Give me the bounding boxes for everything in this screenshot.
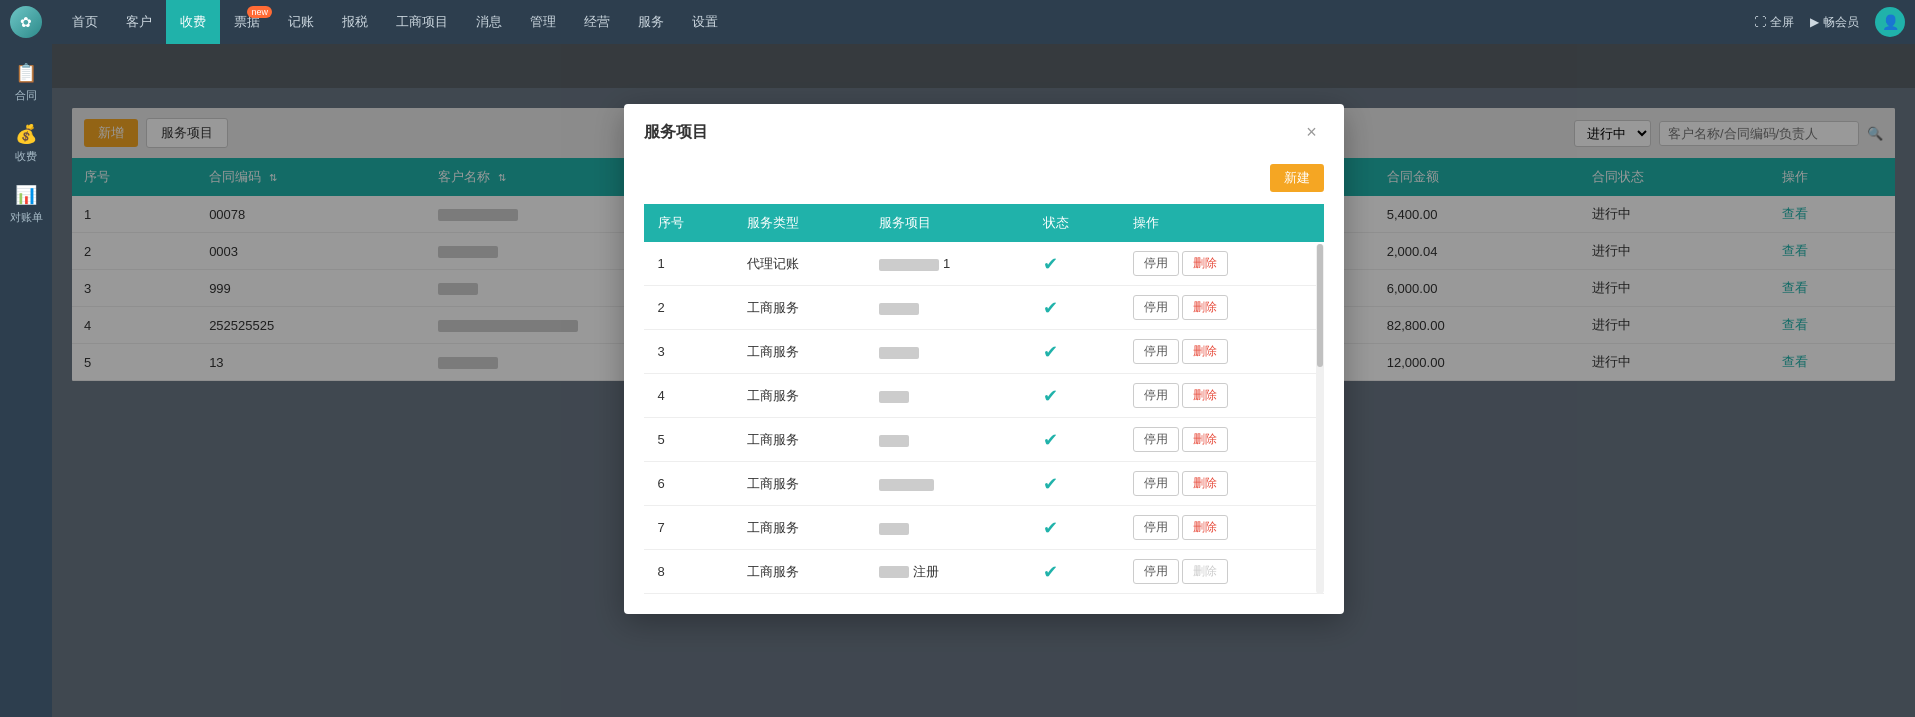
status-check-icon: ✔: [1043, 562, 1058, 582]
blurred-item: [879, 347, 919, 359]
modal-col-status: 状态: [1029, 204, 1118, 242]
nav-bill[interactable]: 票据 new: [220, 0, 274, 44]
status-check-icon: ✔: [1043, 342, 1058, 362]
stop-button[interactable]: 停用: [1133, 471, 1179, 496]
main-content: 新增 服务项目 进行中 全部 已结束 🔍 序号 合同编码 ⇅ 客户名称 ⇅ 服务…: [52, 88, 1915, 717]
member-icon: ▶: [1810, 15, 1819, 29]
nav-home[interactable]: 首页: [58, 0, 112, 44]
stop-button[interactable]: 停用: [1133, 339, 1179, 364]
stop-button[interactable]: 停用: [1133, 251, 1179, 276]
scrollbar-thumb[interactable]: [1317, 244, 1323, 367]
status-check-icon: ✔: [1043, 254, 1058, 274]
nav-bookkeeping[interactable]: 记账: [274, 0, 328, 44]
modal-col-item: 服务项目: [865, 204, 1029, 242]
modal-table-row: 7 工商服务 ✔ 停用 删除: [644, 506, 1324, 550]
modal-title: 服务项目: [644, 122, 708, 143]
statement-icon: 📊: [15, 184, 37, 206]
delete-button[interactable]: 删除: [1182, 251, 1228, 276]
scrollbar-track[interactable]: [1316, 244, 1324, 594]
delete-button[interactable]: 删除: [1182, 427, 1228, 452]
status-check-icon: ✔: [1043, 386, 1058, 406]
modal-table-row: 8 工商服务 注册 ✔ 停用 删除: [644, 550, 1324, 594]
status-check-icon: ✔: [1043, 430, 1058, 450]
modal-table: 序号 服务类型 服务项目 状态 操作 1 代理记账 1: [644, 204, 1324, 594]
member-action[interactable]: ▶ 畅会员: [1810, 14, 1859, 31]
blurred-item: [879, 566, 909, 578]
sidebar-item-statement[interactable]: 📊 对账单: [0, 176, 52, 233]
modal-col-op: 操作: [1119, 204, 1324, 242]
nav-manage[interactable]: 管理: [516, 0, 570, 44]
modal-body: 序号 服务类型 服务项目 状态 操作 1 代理记账 1: [624, 204, 1344, 614]
status-check-icon: ✔: [1043, 518, 1058, 538]
new-badge: new: [247, 6, 272, 18]
modal-table-wrapper: 序号 服务类型 服务项目 状态 操作 1 代理记账 1: [644, 204, 1324, 594]
nav-tax[interactable]: 报税: [328, 0, 382, 44]
status-check-icon: ✔: [1043, 474, 1058, 494]
modal-header: 服务项目 ×: [624, 104, 1344, 156]
delete-button[interactable]: 删除: [1182, 383, 1228, 408]
blurred-item: [879, 479, 934, 491]
modal-close-button[interactable]: ×: [1300, 120, 1324, 144]
blurred-item: [879, 435, 909, 447]
fee-icon: 💰: [15, 123, 37, 145]
nav-business[interactable]: 工商项目: [382, 0, 462, 44]
avatar[interactable]: 👤: [1875, 7, 1905, 37]
delete-button[interactable]: 删除: [1182, 339, 1228, 364]
delete-button[interactable]: 删除: [1182, 295, 1228, 320]
nav-settings[interactable]: 设置: [678, 0, 732, 44]
modal-table-row: 4 工商服务 ✔ 停用 删除: [644, 374, 1324, 418]
status-check-icon: ✔: [1043, 298, 1058, 318]
nav-customer[interactable]: 客户: [112, 0, 166, 44]
modal-header-row: 序号 服务类型 服务项目 状态 操作: [644, 204, 1324, 242]
modal-table-row: 1 代理记账 1 ✔ 停用 删除: [644, 242, 1324, 286]
sidebar-item-fee[interactable]: 💰 收费: [0, 115, 52, 172]
modal-col-type: 服务类型: [733, 204, 866, 242]
nav-message[interactable]: 消息: [462, 0, 516, 44]
contract-icon: 📋: [15, 62, 37, 84]
modal-new-button[interactable]: 新建: [1270, 164, 1324, 192]
modal-table-row: 5 工商服务 ✔ 停用 删除: [644, 418, 1324, 462]
delete-button-disabled: 删除: [1182, 559, 1228, 584]
blurred-item: [879, 259, 939, 271]
modal-col-seq: 序号: [644, 204, 733, 242]
delete-button[interactable]: 删除: [1182, 515, 1228, 540]
sidebar-item-contract[interactable]: 📋 合同: [0, 54, 52, 111]
fullscreen-icon: ⛶: [1754, 15, 1766, 29]
stop-button[interactable]: 停用: [1133, 515, 1179, 540]
nav-operation[interactable]: 经营: [570, 0, 624, 44]
top-nav: ✿ 首页 客户 收费 票据 new 记账 报税 工商项目 消息 管理 经营 服务…: [0, 0, 1915, 44]
blurred-item: [879, 303, 919, 315]
modal-overlay: 服务项目 × 新建 序号 服务类型 服务项目 状态: [52, 44, 1915, 717]
modal-table-row: 2 工商服务 ✔ 停用 删除: [644, 286, 1324, 330]
stop-button[interactable]: 停用: [1133, 383, 1179, 408]
stop-button[interactable]: 停用: [1133, 295, 1179, 320]
stop-button[interactable]: 停用: [1133, 559, 1179, 584]
modal-service-items: 服务项目 × 新建 序号 服务类型 服务项目 状态: [624, 104, 1344, 614]
right-actions: ⛶ 全屏 ▶ 畅会员 👤: [1754, 7, 1905, 37]
sidebar: 📋 合同 💰 收费 📊 对账单: [0, 44, 52, 717]
nav-menu: 首页 客户 收费 票据 new 记账 报税 工商项目 消息 管理 经营 服务 设…: [58, 0, 1754, 44]
fullscreen-action[interactable]: ⛶ 全屏: [1754, 14, 1794, 31]
nav-service[interactable]: 服务: [624, 0, 678, 44]
modal-table-row: 6 工商服务 ✔ 停用 删除: [644, 462, 1324, 506]
nav-fee[interactable]: 收费: [166, 0, 220, 44]
modal-toolbar: 新建: [624, 156, 1344, 204]
delete-button[interactable]: 删除: [1182, 471, 1228, 496]
modal-table-row: 3 工商服务 ✔ 停用 删除: [644, 330, 1324, 374]
logo-icon: ✿: [10, 6, 42, 38]
blurred-item: [879, 391, 909, 403]
blurred-item: [879, 523, 909, 535]
stop-button[interactable]: 停用: [1133, 427, 1179, 452]
